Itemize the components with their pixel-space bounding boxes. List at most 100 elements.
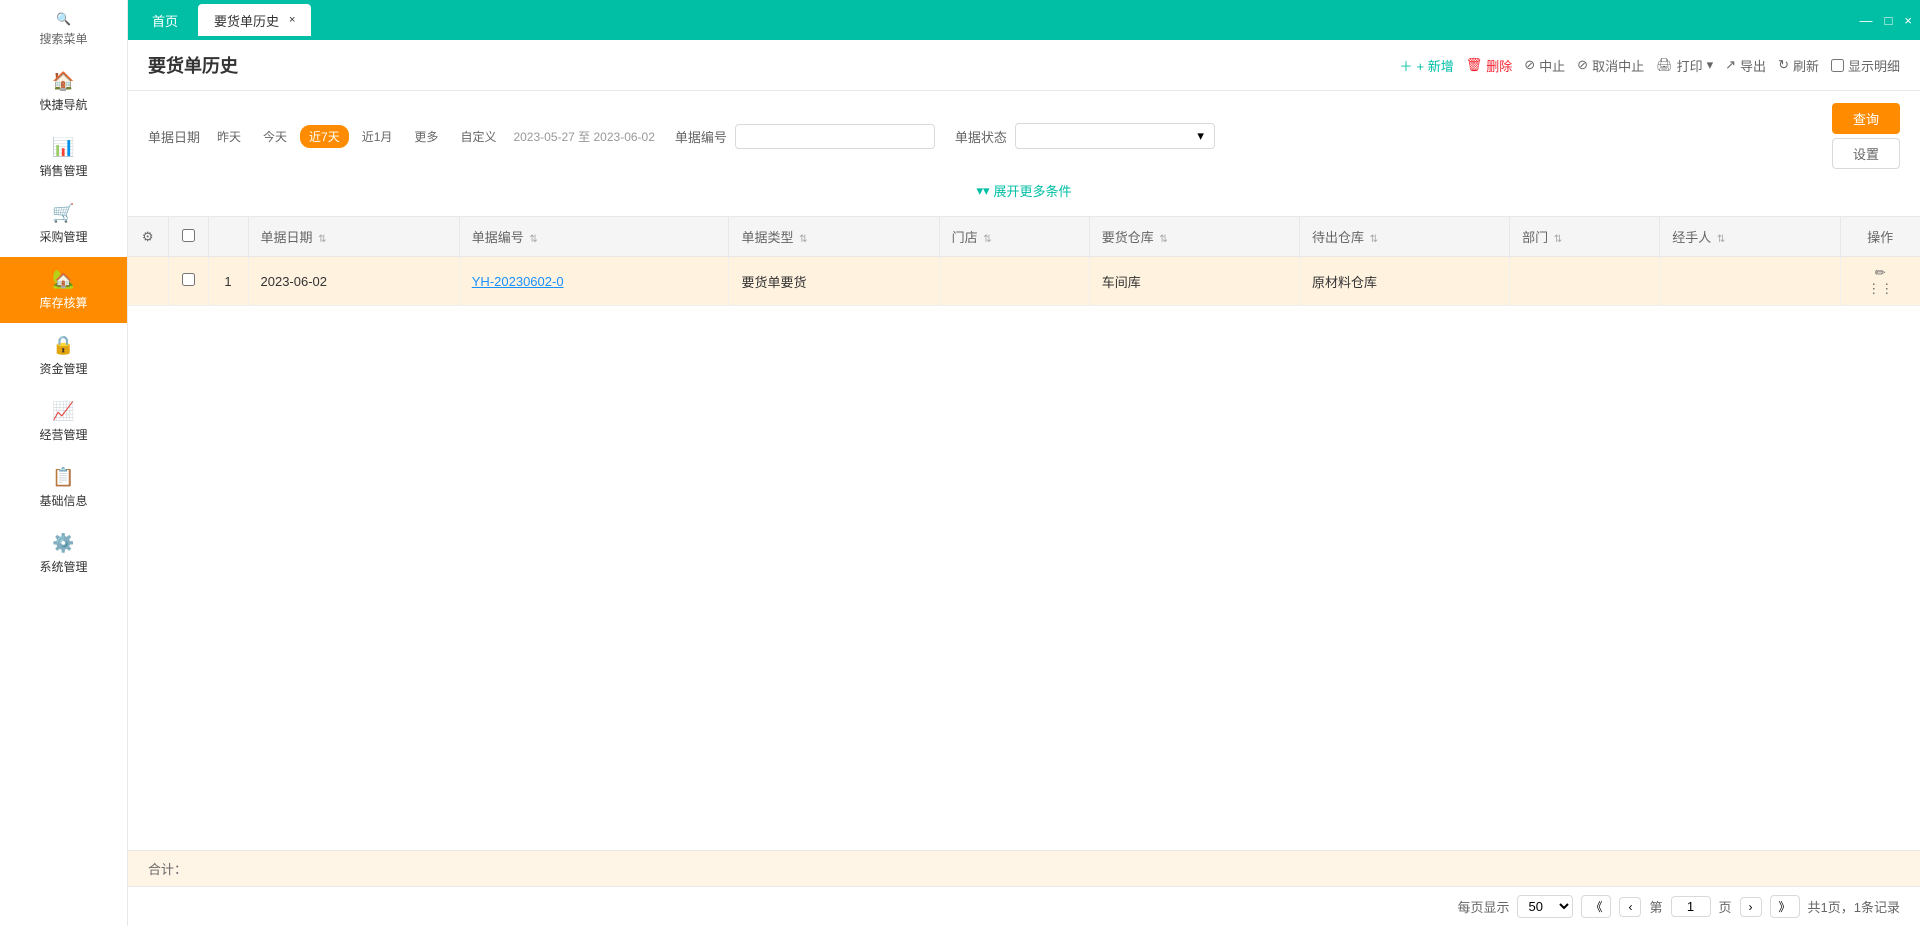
sort-department-icon: ⇅ <box>1554 234 1562 245</box>
th-pending-warehouse[interactable]: 待出仓库 ⇅ <box>1299 217 1509 257</box>
table-footer: 合计： <box>128 850 1920 886</box>
pagination: 每页显示 50 10 20 100 《 ‹ 第 页 › 》 共1页，1条记录 <box>128 886 1920 926</box>
new-icon: ＋ <box>1399 56 1412 75</box>
sort-store-icon: ⇅ <box>983 234 991 245</box>
delete-button[interactable]: 🗑 删除 <box>1466 56 1513 75</box>
th-settings[interactable]: ⚙ <box>128 217 168 257</box>
sort-bill-no-icon: ⇅ <box>529 234 537 245</box>
row-more-icon[interactable]: ⋮⋮ <box>1863 279 1897 298</box>
date-btn-1month[interactable]: 近1月 <box>353 125 402 148</box>
display-detail-toggle[interactable]: 显示明细 <box>1831 56 1900 75</box>
row-handler <box>1660 257 1840 306</box>
sidebar-item-basic-info[interactable]: 📋 基础信息 <box>0 455 127 521</box>
per-page-select[interactable]: 50 10 20 100 <box>1517 895 1573 918</box>
tab-bar-actions: — □ × <box>1860 13 1912 28</box>
new-button[interactable]: ＋ + 新增 <box>1399 56 1453 75</box>
export-button[interactable]: ↗ 导出 <box>1725 56 1766 75</box>
refresh-button[interactable]: ↻ 刷新 <box>1778 56 1819 75</box>
total-info: 共1页，1条记录 <box>1808 897 1900 916</box>
last-page-btn[interactable]: 》 <box>1770 895 1800 918</box>
date-btn-custom[interactable]: 自定义 <box>451 125 505 148</box>
stop-button[interactable]: ⊘ 中止 <box>1524 56 1565 75</box>
date-btn-yesterday[interactable]: 昨天 <box>208 125 250 148</box>
export-icon: ↗ <box>1725 57 1736 73</box>
th-date[interactable]: 单据日期 ⇅ <box>248 217 459 257</box>
per-page-label: 每页显示 <box>1457 897 1509 916</box>
row-checkbox[interactable] <box>168 257 208 306</box>
th-department[interactable]: 部门 ⇅ <box>1510 217 1660 257</box>
tab-home[interactable]: 首页 <box>136 4 194 36</box>
tab-minimize-icon[interactable]: — <box>1860 13 1873 28</box>
th-handler[interactable]: 经手人 ⇅ <box>1660 217 1840 257</box>
th-bill-no[interactable]: 单据编号 ⇅ <box>459 217 729 257</box>
print-dropdown-icon: ▾ <box>1707 57 1714 73</box>
sidebar: 🔍 搜索菜单 🏠 快捷导航 📊 销售管理 🛒 采购管理 🏡 库存核算 🔒 资金管… <box>0 0 128 926</box>
cancel-stop-icon: ⊘ <box>1577 57 1588 73</box>
page-label: 第 <box>1649 897 1662 916</box>
date-btn-more[interactable]: 更多 <box>405 125 447 148</box>
th-store[interactable]: 门店 ⇅ <box>939 217 1089 257</box>
filter-row-1: 单据日期 昨天 今天 近7天 近1月 更多 自定义 2023-05-27 至 2… <box>148 103 1900 169</box>
first-page-btn[interactable]: 《 <box>1581 895 1611 918</box>
page-title: 要货单历史 <box>148 52 238 78</box>
row-bill-no[interactable]: YH-20230602-0 <box>459 257 729 306</box>
date-range-display: 2023-05-27 至 2023-06-02 <box>513 128 654 145</box>
sidebar-item-sales[interactable]: 📊 销售管理 <box>0 125 127 191</box>
data-table: ⚙ 单据日期 ⇅ 单据编号 ⇅ 单据类型 ⇅ <box>128 217 1920 306</box>
operations-icon: 📈 <box>52 401 74 422</box>
tab-close-icon[interactable]: × <box>289 14 295 26</box>
th-bill-type[interactable]: 单据类型 ⇅ <box>729 217 939 257</box>
tab-bar: 首页 要货单历史 × — □ × <box>128 0 1920 40</box>
prev-page-btn[interactable]: ‹ <box>1619 897 1641 917</box>
cancel-stop-button[interactable]: ⊘ 取消中止 <box>1577 56 1644 75</box>
bill-no-input[interactable] <box>735 124 935 149</box>
current-page-input[interactable] <box>1671 896 1711 917</box>
display-detail-checkbox[interactable] <box>1831 59 1844 72</box>
expand-icon: ▾▾ <box>976 183 989 199</box>
date-btn-7days[interactable]: 近7天 <box>300 125 349 148</box>
tab-maximize-icon[interactable]: □ <box>1885 13 1893 28</box>
sort-handler-icon: ⇅ <box>1717 234 1725 245</box>
row-bill-type: 要货单要货 <box>729 257 939 306</box>
sidebar-item-quick-nav[interactable]: 🏠 快捷导航 <box>0 59 127 125</box>
row-index: 1 <box>208 257 248 306</box>
content-area: 要货单历史 ＋ + 新增 🗑 删除 ⊘ 中止 ⊘ 取消中止 <box>128 40 1920 926</box>
status-select[interactable]: ▾ <box>1015 123 1215 149</box>
sidebar-item-operations[interactable]: 📈 经营管理 <box>0 389 127 455</box>
expand-more-btn[interactable]: ▾▾ 展开更多条件 <box>148 177 1900 204</box>
date-filter-buttons: 昨天 今天 近7天 近1月 更多 自定义 <box>208 125 505 148</box>
print-button[interactable]: 🖨 打印 ▾ <box>1656 56 1713 75</box>
page-suffix: 页 <box>1719 897 1732 916</box>
select-all-checkbox[interactable] <box>182 229 195 242</box>
inventory-icon: 🏡 <box>52 269 74 290</box>
sidebar-item-purchase[interactable]: 🛒 采购管理 <box>0 191 127 257</box>
sidebar-item-system[interactable]: ⚙️ 系统管理 <box>0 521 127 587</box>
sort-bill-type-icon: ⇅ <box>799 234 807 245</box>
tab-bill-history[interactable]: 要货单历史 × <box>198 4 311 36</box>
date-btn-today[interactable]: 今天 <box>254 125 296 148</box>
refresh-icon: ↻ <box>1778 57 1789 73</box>
settings-button[interactable]: 设置 <box>1832 138 1900 169</box>
th-ops: 操作 <box>1840 217 1920 257</box>
search-icon: 🔍 <box>56 12 71 26</box>
next-page-btn[interactable]: › <box>1740 897 1762 917</box>
sales-icon: 📊 <box>52 137 74 158</box>
row-date: 2023-06-02 <box>248 257 459 306</box>
sort-req-warehouse-icon: ⇅ <box>1159 234 1167 245</box>
row-pending-warehouse: 原材料仓库 <box>1299 257 1509 306</box>
system-icon: ⚙️ <box>52 533 74 554</box>
sort-pending-warehouse-icon: ⇅ <box>1370 234 1378 245</box>
th-checkbox[interactable] <box>168 217 208 257</box>
table-header-row: ⚙ 单据日期 ⇅ 单据编号 ⇅ 单据类型 ⇅ <box>128 217 1920 257</box>
sidebar-item-finance[interactable]: 🔒 资金管理 <box>0 323 127 389</box>
query-buttons: 查询 设置 <box>1832 103 1900 169</box>
th-req-warehouse[interactable]: 要货仓库 ⇅ <box>1089 217 1299 257</box>
sidebar-item-inventory[interactable]: 🏡 库存核算 <box>0 257 127 323</box>
status-dropdown-icon: ▾ <box>1197 128 1204 144</box>
tab-window-close-icon[interactable]: × <box>1904 13 1912 28</box>
main-area: 首页 要货单历史 × — □ × 要货单历史 ＋ + 新增 🗑 删除 <box>128 0 1920 926</box>
row-select-checkbox[interactable] <box>182 273 195 286</box>
sidebar-item-search-menu[interactable]: 🔍 搜索菜单 <box>0 0 127 59</box>
row-req-warehouse: 车间库 <box>1089 257 1299 306</box>
query-button[interactable]: 查询 <box>1832 103 1900 134</box>
